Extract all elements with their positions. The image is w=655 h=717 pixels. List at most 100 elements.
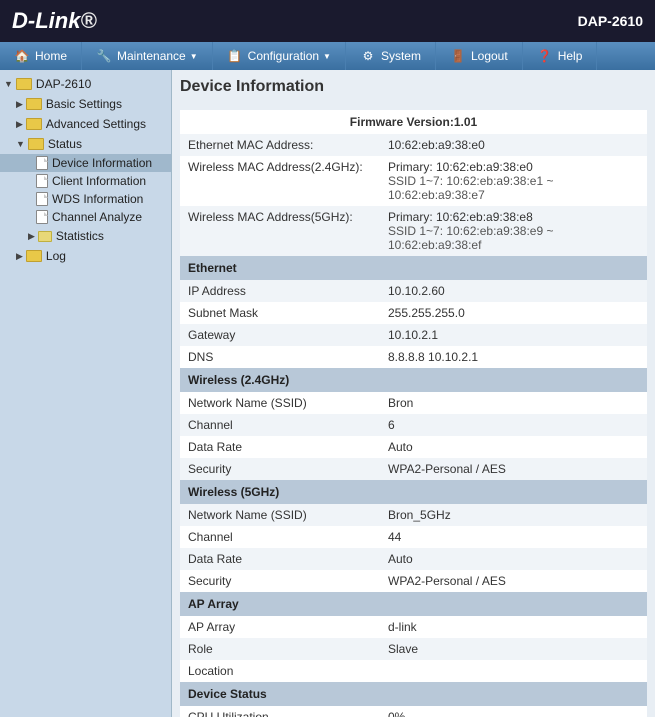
doc-icon (36, 174, 48, 188)
row-label: AP Array (180, 616, 380, 638)
sidebar-label-log: Log (46, 249, 66, 263)
table-row: Data Rate Auto (180, 436, 647, 458)
configuration-arrow-icon: ▼ (323, 52, 331, 61)
row-value: 0% (380, 706, 647, 717)
nav-system[interactable]: ⚙ System (346, 42, 436, 70)
page-title: Device Information (180, 78, 647, 100)
row-label: Data Rate (180, 548, 380, 570)
row-label: Data Rate (180, 436, 380, 458)
sidebar-label-wds-info: WDS Information (52, 192, 143, 206)
row-value: WPA2-Personal / AES (380, 458, 647, 480)
sidebar-item-advanced-settings[interactable]: ▶ Advanced Settings (0, 114, 171, 134)
section-wireless-5: Wireless (5GHz) (180, 480, 647, 504)
sidebar-item-log[interactable]: ▶ Log (0, 246, 171, 266)
header: D-Link® DAP-2610 (0, 0, 655, 42)
table-row: IP Address 10.10.2.60 (180, 280, 647, 302)
table-row: Network Name (SSID) Bron (180, 392, 647, 414)
section-ap-array: AP Array (180, 592, 647, 616)
sidebar-item-dap2610[interactable]: ▼ DAP-2610 (0, 74, 171, 94)
section-ethernet: Ethernet (180, 256, 647, 280)
folder-icon (38, 231, 52, 242)
table-row: Data Rate Auto (180, 548, 647, 570)
row-label: Security (180, 458, 380, 480)
sidebar-label-channel-analyze: Channel Analyze (52, 210, 142, 224)
table-row: Network Name (SSID) Bron_5GHz (180, 504, 647, 526)
table-row: Wireless MAC Address(5GHz): Primary: 10:… (180, 206, 647, 256)
sidebar-item-device-info[interactable]: Device Information (0, 154, 171, 172)
doc-icon (36, 156, 48, 170)
row-value: Auto (380, 436, 647, 458)
table-row: Wireless MAC Address(2.4GHz): Primary: 1… (180, 156, 647, 206)
help-icon: ❓ (537, 48, 553, 64)
sidebar-label-advanced-settings: Advanced Settings (46, 117, 146, 131)
table-row: Subnet Mask 255.255.255.0 (180, 302, 647, 324)
section-label: Device Status (180, 682, 647, 706)
maintenance-icon: 🔧 (96, 48, 112, 64)
row-subvalue: SSID 1~7: 10:62:eb:a9:38:e1 ~ 10:62:eb:a… (388, 173, 553, 202)
row-label: Subnet Mask (180, 302, 380, 324)
section-label: Ethernet (180, 256, 647, 280)
navbar: 🏠 Home 🔧 Maintenance ▼ 📋 Configuration ▼… (0, 42, 655, 70)
row-value: 10:62:eb:a9:38:e0 (380, 134, 647, 156)
expand-icon: ▼ (4, 79, 13, 89)
model-label: DAP-2610 (578, 13, 643, 29)
sidebar-item-statistics[interactable]: ▶ Statistics (0, 226, 171, 246)
row-value: 10.10.2.1 (380, 324, 647, 346)
section-label: Wireless (5GHz) (180, 480, 647, 504)
nav-logout[interactable]: 🚪 Logout (436, 42, 523, 70)
folder-icon (26, 98, 42, 110)
sidebar-label-status: Status (48, 137, 82, 151)
row-value: 8.8.8.8 10.10.2.1 (380, 346, 647, 368)
logout-icon: 🚪 (450, 48, 466, 64)
table-row: DNS 8.8.8.8 10.10.2.1 (180, 346, 647, 368)
home-icon: 🏠 (14, 48, 30, 64)
nav-home[interactable]: 🏠 Home (0, 42, 82, 70)
section-wireless-24: Wireless (2.4GHz) (180, 368, 647, 392)
row-label: DNS (180, 346, 380, 368)
row-label: Gateway (180, 324, 380, 346)
row-value: WPA2-Personal / AES (380, 570, 647, 592)
sidebar-item-status[interactable]: ▼ Status (0, 134, 171, 154)
sidebar-label-dap2610: DAP-2610 (36, 77, 91, 91)
row-value (380, 660, 647, 682)
row-label: Wireless MAC Address(5GHz): (180, 206, 380, 256)
system-icon: ⚙ (360, 48, 376, 64)
sidebar: ▼ DAP-2610 ▶ Basic Settings ▶ Advanced S… (0, 70, 172, 717)
nav-maintenance[interactable]: 🔧 Maintenance ▼ (82, 42, 213, 70)
expand-icon: ▶ (16, 251, 23, 262)
row-label: Ethernet MAC Address: (180, 134, 380, 156)
expand-icon: ▶ (28, 231, 35, 242)
row-subvalue: SSID 1~7: 10:62:eb:a9:38:e9 ~ 10:62:eb:a… (388, 223, 553, 252)
row-label: Wireless MAC Address(2.4GHz): (180, 156, 380, 206)
expand-icon: ▶ (16, 119, 23, 130)
logo: D-Link® (12, 8, 97, 34)
row-value: 6 (380, 414, 647, 436)
folder-icon (16, 78, 32, 90)
table-row: Ethernet MAC Address: 10:62:eb:a9:38:e0 (180, 134, 647, 156)
row-value: Slave (380, 638, 647, 660)
table-row: CPU Utilization 0% (180, 706, 647, 717)
info-table: Firmware Version:1.01 Ethernet MAC Addre… (180, 110, 647, 717)
sidebar-item-client-info[interactable]: Client Information (0, 172, 171, 190)
nav-help[interactable]: ❓ Help (523, 42, 598, 70)
table-row: Role Slave (180, 638, 647, 660)
sidebar-item-basic-settings[interactable]: ▶ Basic Settings (0, 94, 171, 114)
row-label: Network Name (SSID) (180, 504, 380, 526)
expand-icon: ▶ (16, 99, 23, 110)
table-row: Security WPA2-Personal / AES (180, 458, 647, 480)
nav-configuration-label: Configuration (248, 49, 319, 63)
nav-home-label: Home (35, 49, 67, 63)
table-row: Gateway 10.10.2.1 (180, 324, 647, 346)
section-label: AP Array (180, 592, 647, 616)
table-row: Channel 6 (180, 414, 647, 436)
folder-icon (26, 118, 42, 130)
nav-configuration[interactable]: 📋 Configuration ▼ (213, 42, 346, 70)
table-row: AP Array d-link (180, 616, 647, 638)
sidebar-item-channel-analyze[interactable]: Channel Analyze (0, 208, 171, 226)
row-value: d-link (380, 616, 647, 638)
nav-maintenance-label: Maintenance (117, 49, 186, 63)
row-label: CPU Utilization (180, 706, 380, 717)
main-layout: ▼ DAP-2610 ▶ Basic Settings ▶ Advanced S… (0, 70, 655, 717)
sidebar-item-wds-info[interactable]: WDS Information (0, 190, 171, 208)
content-area: Device Information Firmware Version:1.01… (172, 70, 655, 717)
